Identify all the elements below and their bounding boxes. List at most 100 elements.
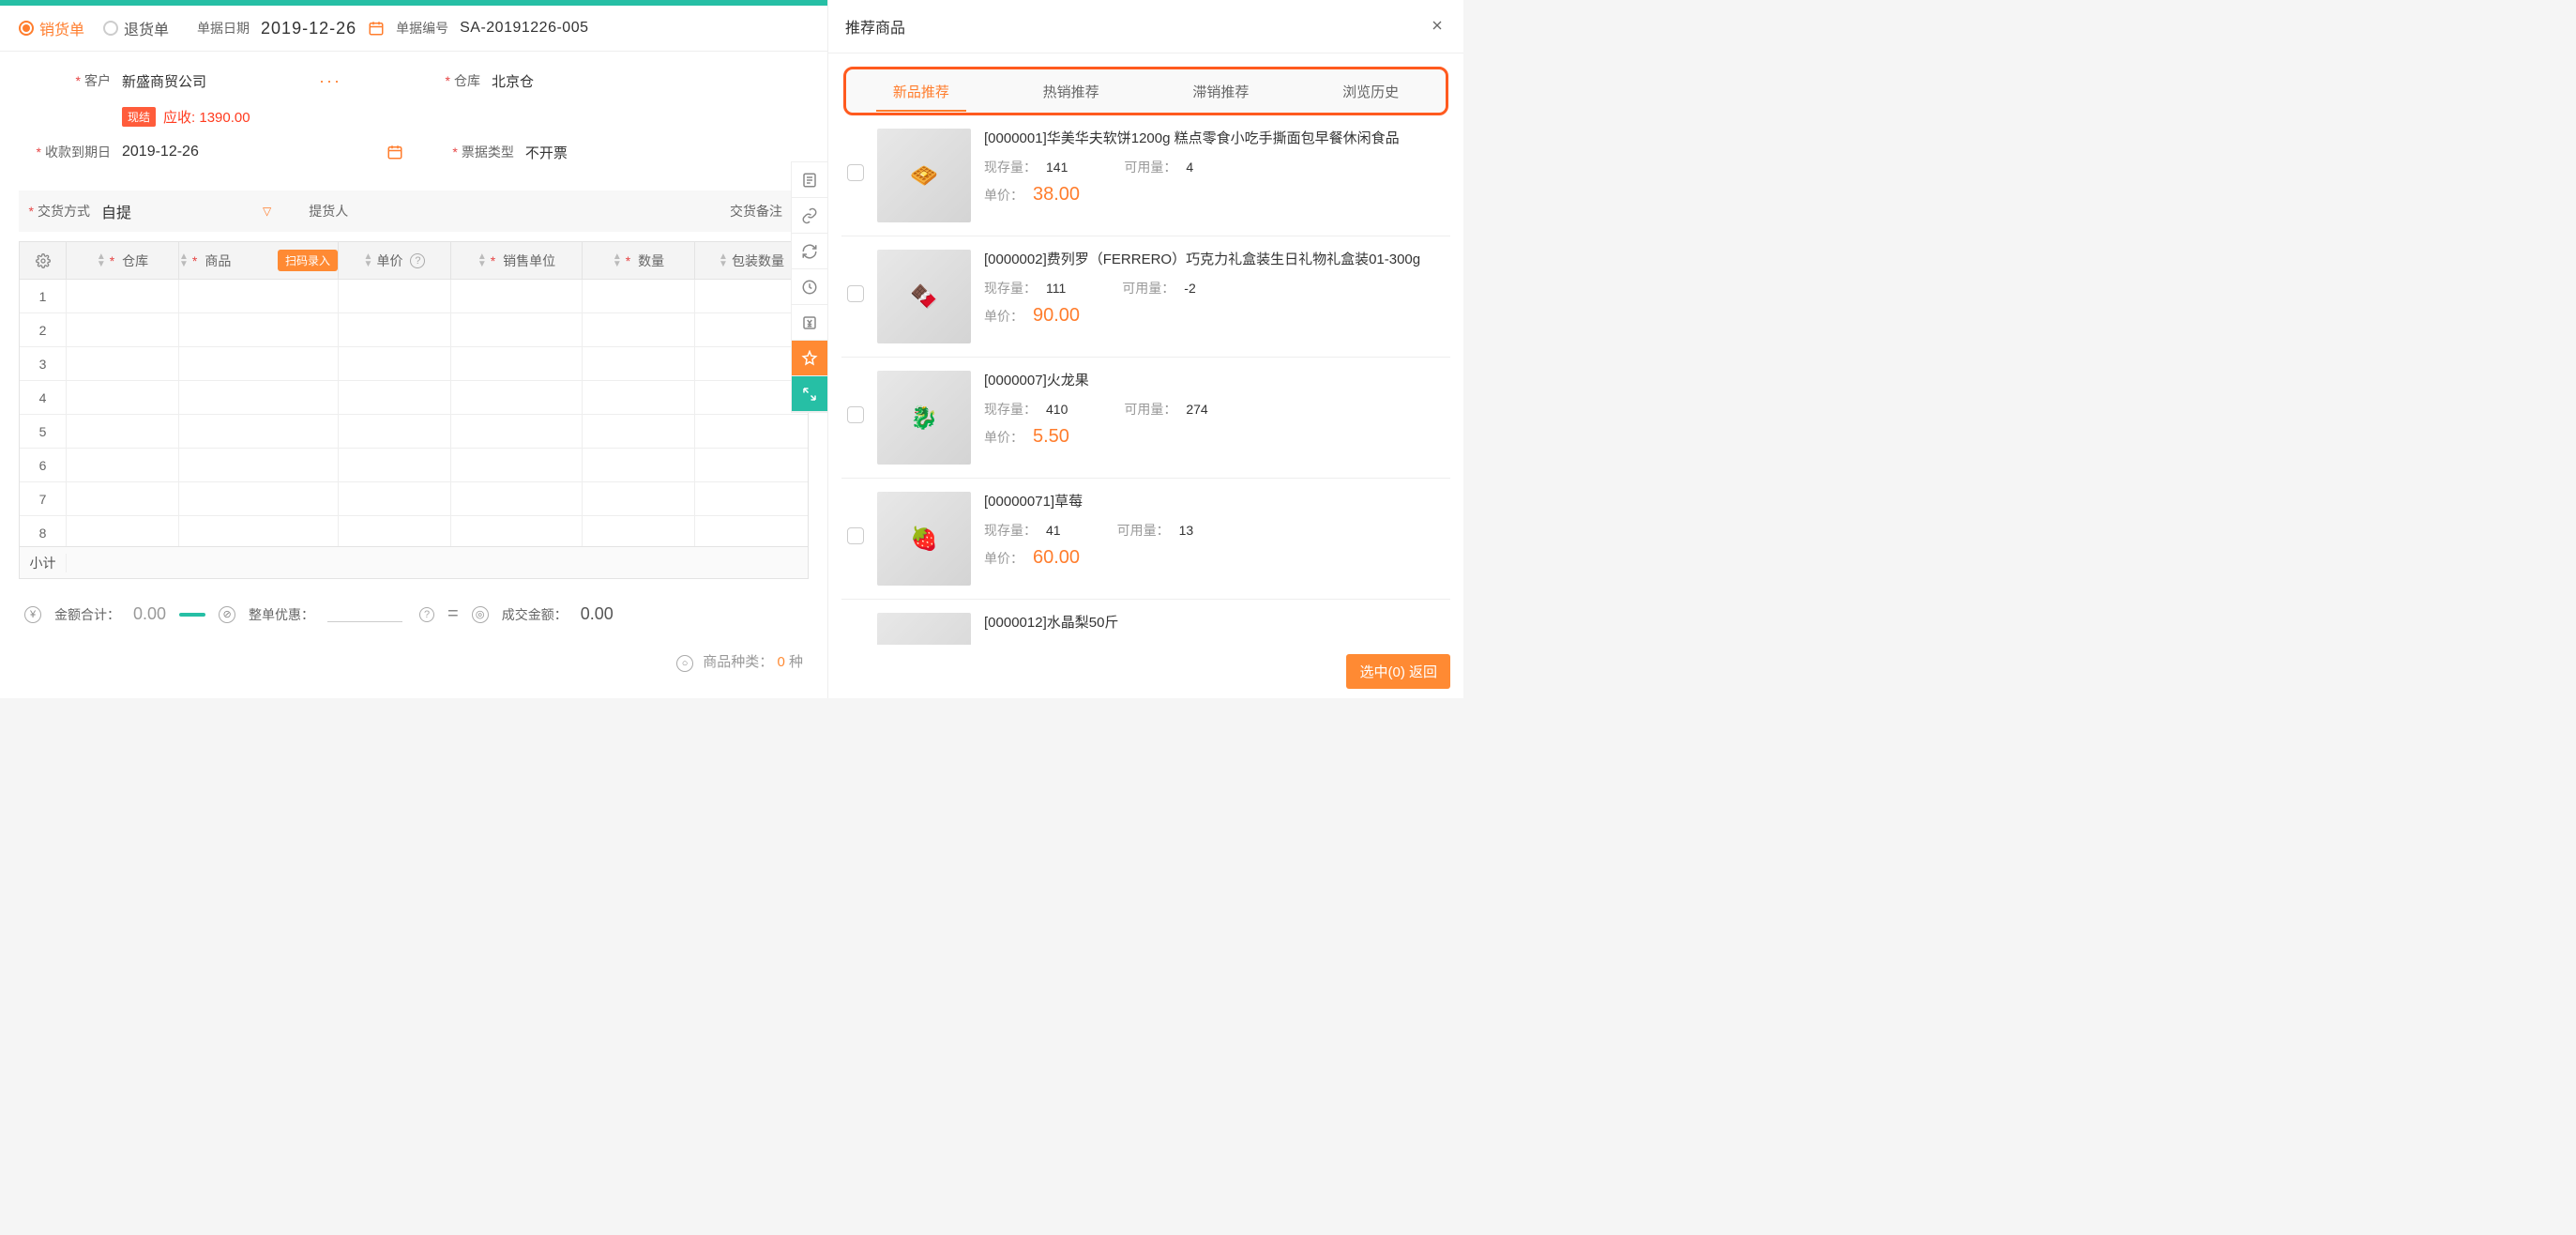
tab-browse-history[interactable]: 浏览历史	[1296, 69, 1446, 113]
picker-label: 提货人	[309, 202, 348, 221]
tab-return-order[interactable]: 退货单	[103, 17, 169, 39]
table-row[interactable]: 2	[20, 313, 808, 347]
doc-date-label: 单据日期	[197, 19, 250, 38]
tab-new-recommend[interactable]: 新品推荐	[846, 69, 996, 113]
col-warehouse[interactable]: ▲▼ *仓库	[67, 242, 179, 279]
invoice-type-label: 票据类型	[462, 145, 514, 160]
subtotal-label: 小计	[20, 554, 67, 572]
count-icon: ○	[676, 655, 693, 672]
item-checkbox[interactable]	[847, 285, 864, 302]
discount-input[interactable]	[327, 607, 402, 622]
item-kinds-value: 0	[777, 654, 784, 670]
item-kinds-label: 商品种类：	[703, 654, 773, 670]
doc-date-value[interactable]: 2019-12-26	[261, 19, 356, 38]
tab-slow-recommend[interactable]: 滞销推荐	[1146, 69, 1296, 113]
rail-recommend-icon[interactable]	[792, 341, 827, 376]
table-row[interactable]: 1	[20, 280, 808, 313]
sort-icon: ▲▼	[719, 253, 728, 268]
chevron-down-icon[interactable]: ▽	[263, 205, 271, 218]
recommend-item[interactable]: 🍓[00000071]草莓现存量：41可用量：13单价：60.00	[841, 479, 1450, 600]
product-name: [00000071]草莓	[984, 492, 1445, 513]
panel-title: 推荐商品	[845, 15, 1430, 38]
product-name: [0000012]水晶梨50斤	[984, 613, 1445, 634]
table-row[interactable]: 4	[20, 381, 808, 415]
item-checkbox[interactable]	[847, 406, 864, 423]
col-price[interactable]: ▲▼ 单价 ?	[339, 242, 451, 279]
col-product[interactable]: ▲▼ *商品 扫码录入	[179, 242, 339, 279]
total-label: 金额合计：	[54, 605, 120, 624]
info-icon[interactable]: ?	[419, 607, 434, 622]
currency-icon: ¥	[24, 606, 41, 623]
totals-bar: ¥ 金额合计： 0.00 ⊘ 整单优惠： ? = ◎ 成交金额： 0.00	[0, 587, 827, 642]
rail-money-icon[interactable]	[792, 305, 827, 341]
tab-sales-order[interactable]: 销货单	[19, 17, 84, 39]
item-kinds-suffix: 种	[789, 654, 803, 670]
equals-icon: =	[447, 603, 459, 625]
delivery-mode-field[interactable]: 自提	[101, 200, 131, 222]
delivery-mode-label: 交货方式	[38, 204, 90, 219]
recommend-item[interactable]: 🍐[0000012]水晶梨50斤	[841, 600, 1450, 645]
tab-return-label: 退货单	[124, 17, 169, 39]
tab-sales-label: 销货单	[39, 17, 84, 39]
rail-sync-icon[interactable]	[792, 234, 827, 269]
product-image: 🍫	[877, 250, 971, 343]
customer-field[interactable]: 新盛商贸公司	[122, 71, 206, 91]
rail-history-icon[interactable]	[792, 269, 827, 305]
col-qty[interactable]: ▲▼ *数量	[583, 242, 695, 279]
discount-label: 整单优惠：	[249, 605, 314, 624]
product-image: 🍓	[877, 492, 971, 586]
radio-icon	[103, 21, 118, 36]
doc-header: 销货单 退货单 单据日期 2019-12-26 单据编号 SA-20191226…	[0, 6, 827, 52]
warehouse-field[interactable]: 北京仓	[492, 71, 534, 91]
table-row[interactable]: 6	[20, 449, 808, 482]
customer-more-icon[interactable]: ···	[319, 71, 341, 91]
due-date-field[interactable]: 2019-12-26	[122, 144, 199, 160]
delivery-bar: *交货方式 自提 ▽ 提货人 交货备注	[19, 191, 809, 232]
product-name: [0000007]火龙果	[984, 371, 1445, 392]
gear-icon	[36, 253, 51, 268]
col-sales-unit[interactable]: ▲▼ *销售单位	[451, 242, 583, 279]
deal-value: 0.00	[581, 604, 614, 624]
sort-icon: ▲▼	[613, 253, 622, 268]
recommend-item[interactable]: 🧇[0000001]华美华夫软饼1200g 糕点零食小吃手撕面包早餐休闲食品现存…	[841, 115, 1450, 236]
sort-icon: ▲▼	[97, 253, 106, 268]
table-row[interactable]: 3	[20, 347, 808, 381]
settle-tag: 现结	[122, 107, 156, 127]
close-icon[interactable]	[1430, 18, 1447, 35]
recommend-list[interactable]: 🧇[0000001]华美华夫软饼1200g 糕点零食小吃手撕面包早餐休闲食品现存…	[828, 115, 1463, 645]
recommend-item[interactable]: 🐉[0000007]火龙果现存量：410可用量：274单价：5.50	[841, 358, 1450, 479]
side-tool-rail	[791, 161, 827, 413]
sort-icon: ▲▼	[179, 253, 189, 268]
invoice-type-field[interactable]: 不开票	[525, 143, 568, 162]
grid-body[interactable]: 12345678	[20, 280, 808, 546]
product-name: [0000002]费列罗（FERRERO）巧克力礼盒装生日礼物礼盒装01-300…	[984, 250, 1445, 271]
radio-icon	[19, 21, 34, 36]
product-image: 🧇	[877, 129, 971, 222]
receivable-text: 应收: 1390.00	[163, 107, 250, 127]
calendar-icon[interactable]	[386, 144, 403, 160]
due-date-label: 收款到期日	[45, 145, 111, 160]
info-icon[interactable]: ?	[410, 253, 425, 268]
delivery-note-label: 交货备注	[730, 202, 782, 221]
table-row[interactable]: 7	[20, 482, 808, 516]
rail-link-icon[interactable]	[792, 198, 827, 234]
select-return-button[interactable]: 选中(0) 返回	[1346, 654, 1450, 689]
item-checkbox[interactable]	[847, 164, 864, 181]
item-checkbox[interactable]	[847, 527, 864, 544]
calendar-icon[interactable]	[368, 20, 385, 37]
grid-settings-cell[interactable]	[20, 242, 67, 279]
tab-hot-recommend[interactable]: 热销推荐	[996, 69, 1146, 113]
rail-note-icon[interactable]	[792, 162, 827, 198]
rail-expand-icon[interactable]	[792, 376, 827, 412]
recommend-item[interactable]: 🍫 [0000002]费列罗（FERRERO）巧克力礼盒装生日礼物礼盒装01-30…	[841, 236, 1450, 358]
scan-entry-button[interactable]: 扫码录入	[278, 250, 338, 271]
sort-icon: ▲▼	[477, 253, 487, 268]
table-row[interactable]: 8	[20, 516, 808, 546]
picker-input[interactable]	[357, 205, 526, 219]
subtotal-row: 小计	[20, 546, 808, 578]
product-image: 🐉	[877, 371, 971, 465]
total-value: 0.00	[133, 604, 166, 624]
warehouse-label: 仓库	[454, 73, 480, 88]
doc-num-label: 单据编号	[396, 19, 448, 38]
table-row[interactable]: 5	[20, 415, 808, 449]
